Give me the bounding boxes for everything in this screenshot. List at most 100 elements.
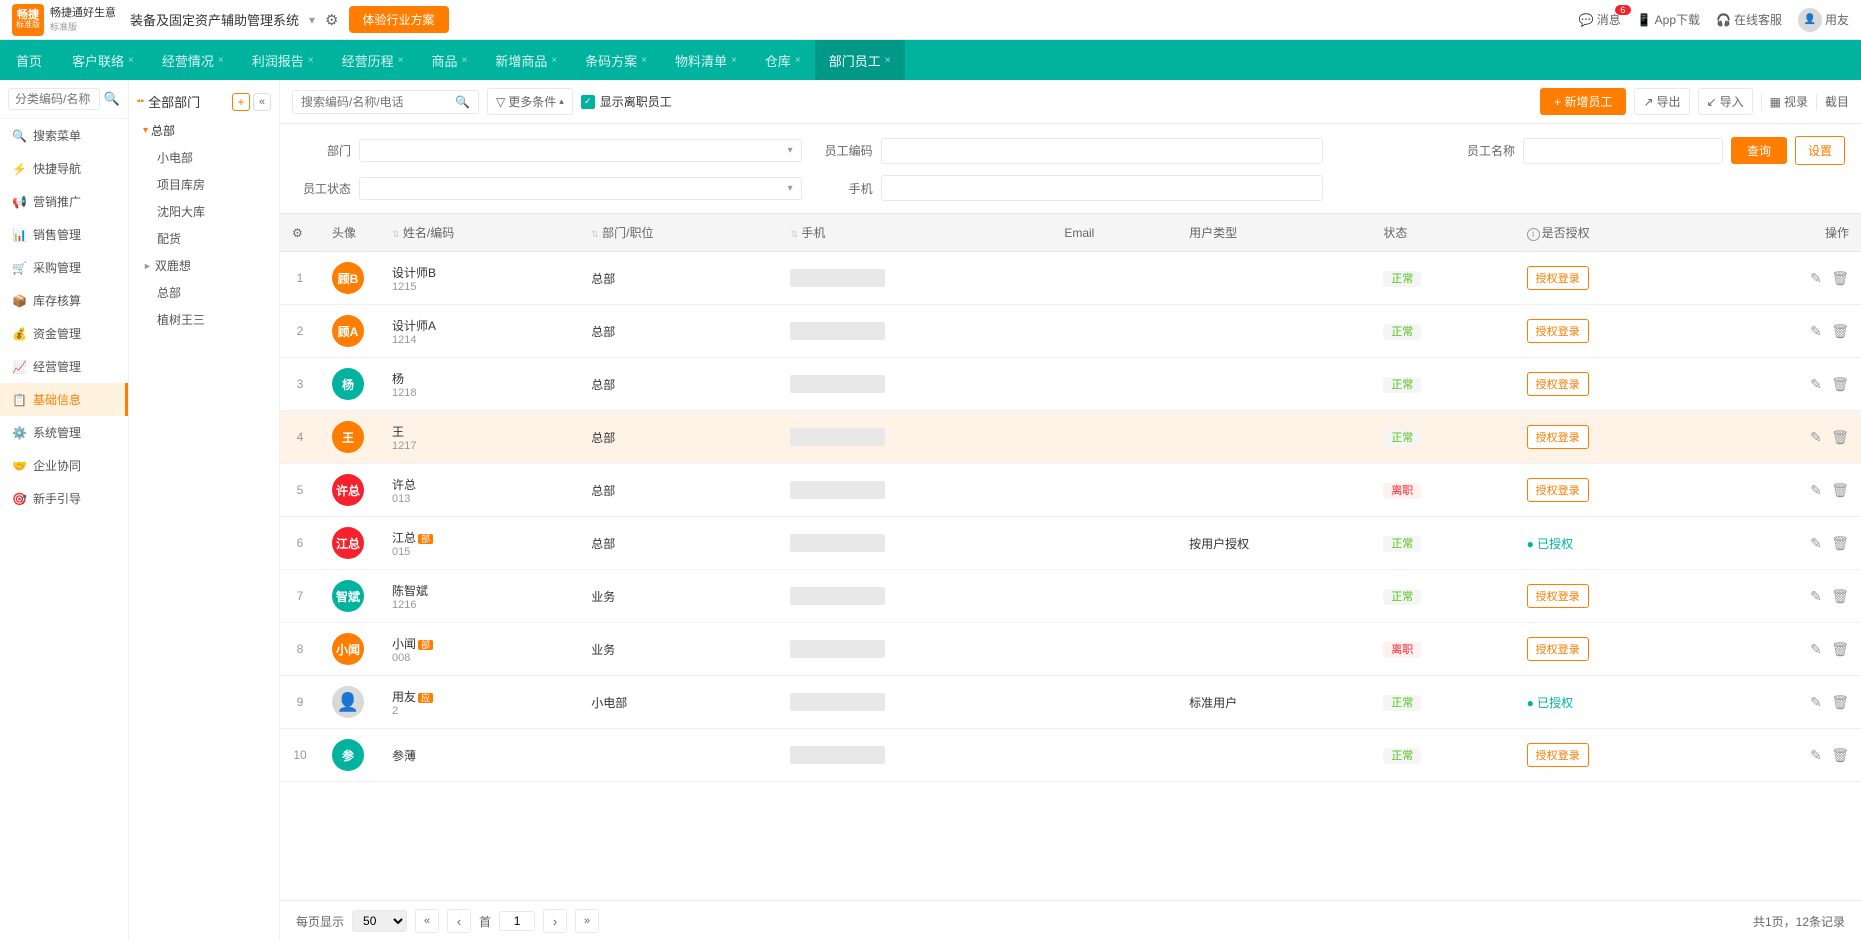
user-btn[interactable]: 👤 用友	[1798, 8, 1849, 32]
page-input[interactable]	[499, 911, 535, 931]
tab-home[interactable]: 首页	[0, 40, 58, 80]
reset-btn[interactable]: 设置	[1795, 136, 1845, 165]
col-phone[interactable]: ⇅ 手机	[778, 214, 1052, 252]
sidebar-item-inventory[interactable]: 📦库存核算	[0, 284, 128, 317]
dept-item-project[interactable]: 项目库房	[129, 171, 279, 198]
tab-warehouse[interactable]: 仓库 ×	[751, 40, 815, 80]
auth-btn[interactable]: 授权登录	[1527, 584, 1589, 608]
auth-btn[interactable]: 授权登录	[1527, 372, 1589, 396]
phone-blurred: ●●●●●●●	[790, 375, 885, 393]
sidebar-item-purchase[interactable]: 🛒采购管理	[0, 251, 128, 284]
sidebar-item-search[interactable]: 🔍搜索菜单	[0, 119, 128, 152]
delete-btn[interactable]: 🗑	[1831, 588, 1849, 604]
col-dept[interactable]: ⇅ 部门/职位	[579, 214, 778, 252]
sidebar-item-collab[interactable]: 🤝企业协同	[0, 449, 128, 482]
delete-btn[interactable]: 🗑	[1831, 323, 1849, 339]
employee-name-input[interactable]	[1523, 138, 1723, 164]
sys-dropdown-icon[interactable]: ▾	[309, 13, 315, 27]
export-btn[interactable]: ↗ 导出	[1634, 88, 1689, 115]
per-page-select[interactable]: 50 100	[352, 910, 407, 932]
dept-item-delivery[interactable]: 配货	[129, 225, 279, 252]
dept-item-headquarters[interactable]: 总部	[129, 279, 279, 306]
tab-goods[interactable]: 商品 ×	[417, 40, 481, 80]
sidebar-item-operation[interactable]: 📈经营管理	[0, 350, 128, 383]
phone-input[interactable]	[881, 175, 1324, 201]
employee-status-select[interactable]: ▾	[359, 177, 802, 200]
search-btn-icon[interactable]: 🔍	[455, 95, 470, 109]
delete-btn[interactable]: 🗑	[1831, 270, 1849, 286]
edit-btn[interactable]: ✎	[1810, 694, 1822, 710]
dept-add-btn[interactable]: +	[232, 93, 250, 111]
edit-btn[interactable]: ✎	[1810, 747, 1822, 763]
view-btn[interactable]: ▦ 视录	[1770, 93, 1808, 110]
delete-btn[interactable]: 🗑	[1831, 694, 1849, 710]
delete-btn[interactable]: 🗑	[1831, 747, 1849, 763]
app-download-btn[interactable]: 📱 App下载	[1637, 11, 1700, 28]
add-employee-btn[interactable]: + 新增员工	[1540, 88, 1626, 115]
filter-more-btn[interactable]: ▽ 更多条件 ▴	[487, 88, 573, 115]
sidebar-item-quick[interactable]: ⚡快捷导航	[0, 152, 128, 185]
sidebar-item-finance[interactable]: 💰资金管理	[0, 317, 128, 350]
delete-btn[interactable]: 🗑	[1831, 376, 1849, 392]
dept-item-general[interactable]: ▾ 总部	[129, 117, 279, 144]
auth-btn[interactable]: 授权登录	[1527, 319, 1589, 343]
auth-btn[interactable]: 授权登录	[1527, 478, 1589, 502]
dept-item-electronics[interactable]: 小电部	[129, 144, 279, 171]
gear-icon[interactable]: ⚙	[325, 11, 338, 29]
edit-btn[interactable]: ✎	[1810, 270, 1822, 286]
dept-select[interactable]: ▾	[359, 139, 802, 162]
message-btn[interactable]: 💬 消息 6	[1579, 11, 1621, 28]
next-page-btn[interactable]: ›	[543, 909, 567, 933]
delete-btn[interactable]: 🗑	[1831, 641, 1849, 657]
dept-item-zhishu[interactable]: 植树王三	[129, 306, 279, 333]
edit-btn[interactable]: ✎	[1810, 641, 1822, 657]
import-btn[interactable]: ↙ 导入	[1698, 88, 1753, 115]
more-btn[interactable]: 截目	[1825, 93, 1849, 110]
tab-bom[interactable]: 物料清单 ×	[661, 40, 751, 80]
auth-btn[interactable]: 授权登录	[1527, 743, 1589, 767]
cell-avatar: 👤	[320, 676, 380, 729]
edit-btn[interactable]: ✎	[1810, 588, 1822, 604]
sidebar-item-guide[interactable]: 🎯新手引导	[0, 482, 128, 515]
delete-btn[interactable]: 🗑	[1831, 429, 1849, 445]
last-page-btn[interactable]: »	[575, 909, 599, 933]
tab-operation[interactable]: 经营情况 ×	[148, 40, 238, 80]
auth-btn[interactable]: 授权登录	[1527, 425, 1589, 449]
edit-btn[interactable]: ✎	[1810, 323, 1822, 339]
delete-btn[interactable]: 🗑	[1831, 535, 1849, 551]
sidebar-item-marketing[interactable]: 📢营销推广	[0, 185, 128, 218]
tab-history[interactable]: 经营历程 ×	[328, 40, 418, 80]
dept-collapse-btn[interactable]: «	[253, 93, 271, 111]
show-resigned-wrap[interactable]: ✓ 显示离职员工	[581, 93, 672, 110]
online-service-btn[interactable]: 🎧 在线客服	[1716, 11, 1782, 28]
checkbox-show-resigned[interactable]: ✓	[581, 95, 595, 109]
tab-barcode[interactable]: 条码方案 ×	[571, 40, 661, 80]
edit-btn[interactable]: ✎	[1810, 429, 1822, 445]
settings-col-icon[interactable]: ⚙	[292, 226, 303, 240]
sidebar-search-input[interactable]	[8, 88, 100, 110]
dept-item-shenyang[interactable]: 沈阳大库	[129, 198, 279, 225]
edit-btn[interactable]: ✎	[1810, 376, 1822, 392]
auth-btn[interactable]: 授权登录	[1527, 266, 1589, 290]
search-input[interactable]	[301, 95, 451, 109]
cell-auth: 授权登录	[1515, 729, 1716, 782]
prev-page-btn[interactable]: ‹	[447, 909, 471, 933]
auth-btn[interactable]: 授权登录	[1527, 637, 1589, 661]
tab-customer[interactable]: 客户联络 ×	[58, 40, 148, 80]
trial-btn[interactable]: 体验行业方案	[349, 6, 449, 33]
query-btn[interactable]: 查询	[1731, 137, 1787, 164]
tab-profit[interactable]: 利润报告 ×	[238, 40, 328, 80]
tab-add-goods[interactable]: 新增商品 ×	[481, 40, 571, 80]
edit-btn[interactable]: ✎	[1810, 482, 1822, 498]
employee-code-input[interactable]	[881, 138, 1324, 164]
cell-no: 4	[280, 411, 320, 464]
first-page-btn[interactable]: «	[415, 909, 439, 933]
sidebar-item-sales[interactable]: 📊销售管理	[0, 218, 128, 251]
sidebar-item-basic[interactable]: 📋基础信息	[0, 383, 128, 416]
edit-btn[interactable]: ✎	[1810, 535, 1822, 551]
sidebar-item-system[interactable]: ⚙️系统管理	[0, 416, 128, 449]
col-name[interactable]: ⇅ 姓名/编码	[380, 214, 579, 252]
tab-dept-employee[interactable]: 部门员工 ×	[815, 40, 905, 80]
dept-item-shuanglu[interactable]: ► 双鹿想	[129, 252, 279, 279]
delete-btn[interactable]: 🗑	[1831, 482, 1849, 498]
